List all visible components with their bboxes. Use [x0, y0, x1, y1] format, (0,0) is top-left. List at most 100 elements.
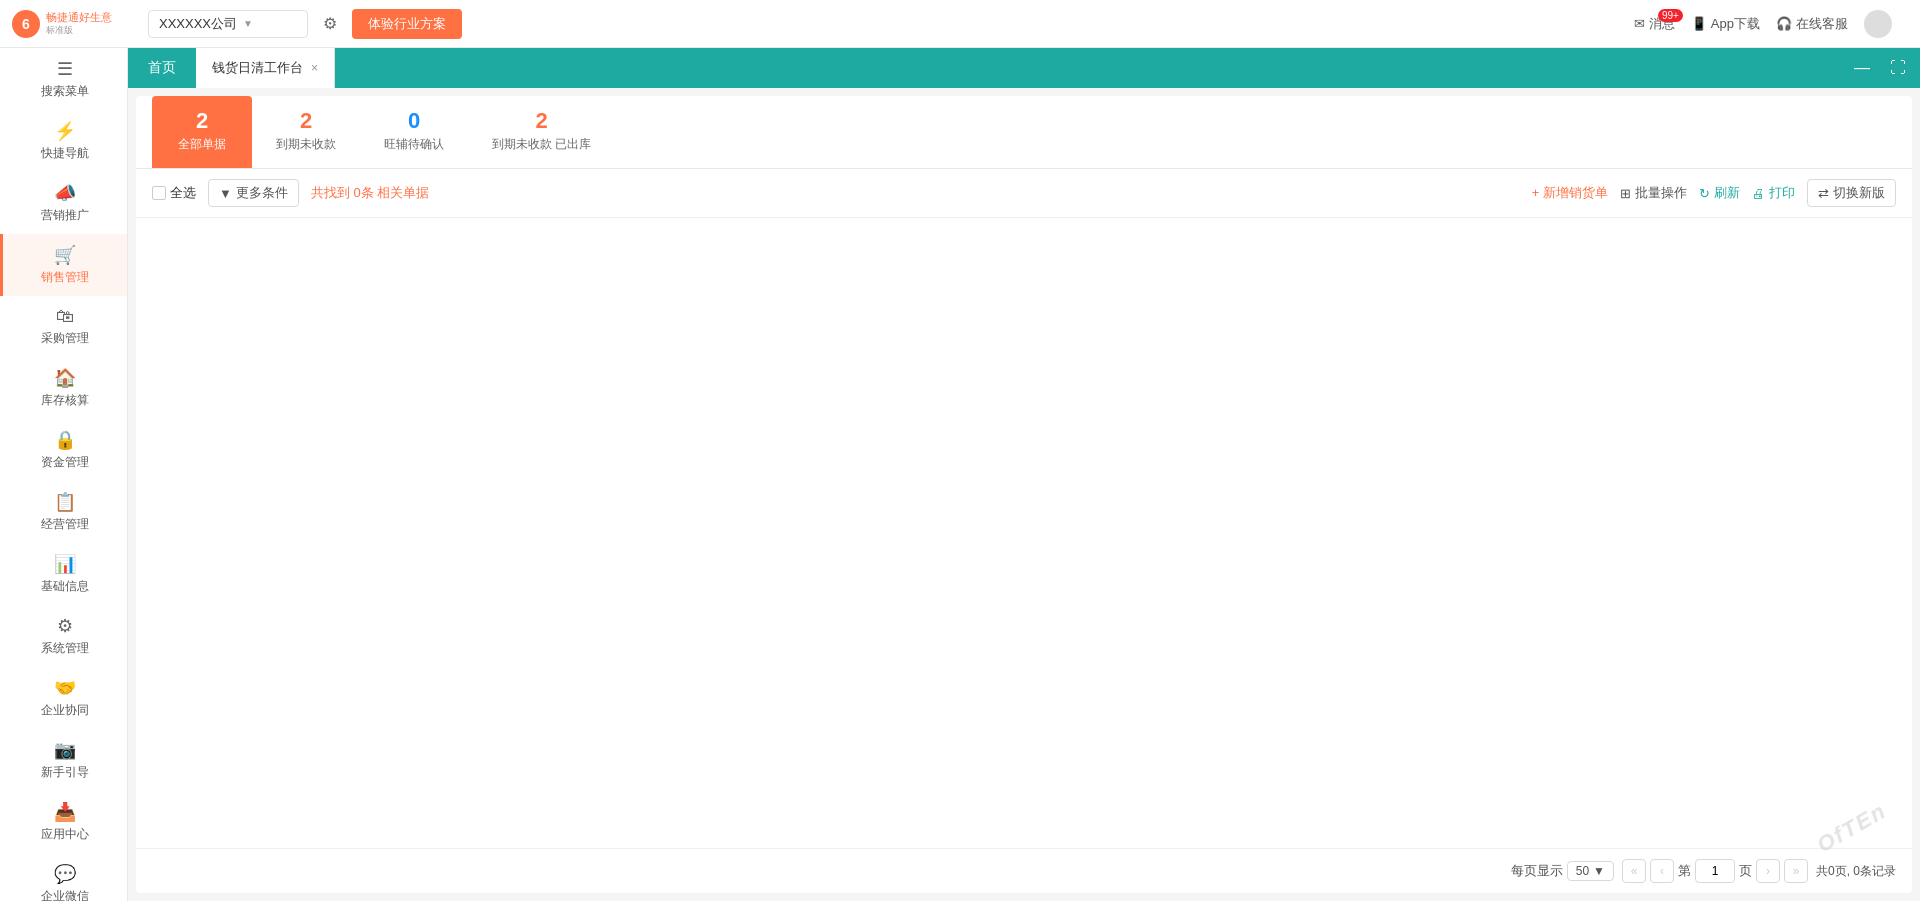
stat-overdue-unpaid-label: 到期未收款	[276, 136, 336, 153]
stat-tab-all[interactable]: 2 全部单据	[152, 96, 252, 168]
select-all-checkbox[interactable]: 全选	[152, 184, 196, 202]
header: 6 畅捷通好生意 标准版 XXXXXX公司 ▼ ⚙ 体验行业方案 ✉ 消息 99…	[0, 0, 1920, 48]
trial-button[interactable]: 体验行业方案	[352, 9, 462, 39]
sidebar-item-sales-mgmt[interactable]: 🛒 销售管理	[0, 234, 127, 296]
company-name: XXXXXX公司	[159, 15, 237, 33]
print-button[interactable]: 🖨 打印	[1752, 184, 1795, 202]
batch-operation-button[interactable]: ⊞ 批量操作	[1620, 184, 1687, 202]
page-navigation: « ‹ 第 页 › »	[1622, 859, 1808, 883]
sidebar-label-app-center: 应用中心	[41, 826, 89, 843]
app-download-icon: 📱	[1691, 16, 1707, 31]
stat-overdue-unpaid-number: 2	[300, 108, 312, 134]
beginner-guide-icon: 📷	[54, 739, 76, 761]
page-label: 第	[1678, 862, 1691, 880]
page-suffix: 页	[1739, 862, 1752, 880]
sidebar-item-quick-nav[interactable]: ⚡ 快捷导航	[0, 110, 127, 172]
sidebar-label-basic-info: 基础信息	[41, 578, 89, 595]
logo-text: 畅捷通好生意 标准版	[46, 10, 112, 37]
page-total: 共0页, 0条记录	[1816, 863, 1896, 880]
switch-version-button[interactable]: ⇄ 切换新版	[1807, 179, 1896, 207]
sidebar-item-search-menu[interactable]: ☰ 搜索菜单	[0, 48, 127, 110]
tab-home[interactable]: 首页	[128, 48, 196, 88]
found-count: 共找到 0条 相关单据	[311, 184, 429, 202]
content-area: 2 全部单据 2 到期未收款 0 旺辅待确认 2 到期未收款 已出库	[128, 88, 1920, 901]
app-download-label: App下载	[1711, 15, 1760, 33]
per-page-label: 每页显示	[1511, 862, 1563, 880]
layout: ☰ 搜索菜单 ⚡ 快捷导航 📣 营销推广 🛒 销售管理 🛍 采购管理 🏠 库存核…	[0, 48, 1920, 901]
sidebar-item-beginner-guide[interactable]: 📷 新手引导	[0, 729, 127, 791]
stat-all-number: 2	[196, 108, 208, 134]
sidebar-item-operations[interactable]: 📋 经营管理	[0, 481, 127, 543]
tab-bar: 首页 钱货日清工作台 × — ⛶	[128, 48, 1920, 88]
page-first-button[interactable]: «	[1622, 859, 1646, 883]
sidebar-label-enterprise-wechat: 企业微信	[41, 888, 89, 901]
tab-close-icon[interactable]: ×	[311, 61, 318, 75]
per-page-select[interactable]: 50 ▼	[1567, 861, 1614, 881]
page-next-button[interactable]: ›	[1756, 859, 1780, 883]
sidebar-label-enterprise-coop: 企业协同	[41, 702, 89, 719]
page-last-button[interactable]: »	[1784, 859, 1808, 883]
sidebar-item-enterprise-wechat[interactable]: 💬 企业微信	[0, 853, 127, 901]
sidebar-item-enterprise-coop[interactable]: 🤝 企业协同	[0, 667, 127, 729]
stat-tab-overdue-unpaid[interactable]: 2 到期未收款	[252, 96, 360, 168]
operations-icon: 📋	[54, 491, 76, 513]
page-size-selector: 每页显示 50 ▼	[1511, 861, 1614, 881]
refresh-label: 刷新	[1714, 184, 1740, 202]
sidebar-label-purchase-mgmt: 采购管理	[41, 330, 89, 347]
tab-minimize-button[interactable]: —	[1848, 54, 1876, 82]
refresh-button[interactable]: ↻ 刷新	[1699, 184, 1740, 202]
sidebar-item-finance[interactable]: 🔒 资金管理	[0, 419, 127, 481]
stat-tab-wangdian-confirm[interactable]: 0 旺辅待确认	[360, 96, 468, 168]
sales-mgmt-icon: 🛒	[54, 244, 76, 266]
online-service-button[interactable]: 🎧 在线客服	[1776, 15, 1848, 33]
sidebar-label-inventory: 库存核算	[41, 392, 89, 409]
logo-icon: 6	[12, 10, 40, 38]
filter-icon: ▼	[219, 186, 232, 201]
batch-icon: ⊞	[1620, 186, 1631, 201]
company-selector[interactable]: XXXXXX公司 ▼	[148, 10, 308, 38]
sidebar-item-basic-info[interactable]: 📊 基础信息	[0, 543, 127, 605]
main-content: 首页 钱货日清工作台 × — ⛶ 2 全部单据 2	[128, 48, 1920, 901]
table-area	[136, 218, 1912, 848]
system-mgmt-icon: ⚙	[57, 615, 73, 637]
message-button[interactable]: ✉ 消息 99+	[1634, 15, 1675, 33]
sidebar-label-operations: 经营管理	[41, 516, 89, 533]
settings-button[interactable]: ⚙	[316, 10, 344, 38]
refresh-icon: ↻	[1699, 186, 1710, 201]
sidebar-item-marketing[interactable]: 📣 营销推广	[0, 172, 127, 234]
header-left: 6 畅捷通好生意 标准版 XXXXXX公司 ▼ ⚙ 体验行业方案	[12, 9, 462, 39]
stat-wangdian-label: 旺辅待确认	[384, 136, 444, 153]
finance-icon: 🔒	[54, 429, 76, 451]
page-number-input[interactable]	[1695, 859, 1735, 883]
quick-nav-icon: ⚡	[54, 120, 76, 142]
sidebar-item-app-center[interactable]: 📥 应用中心	[0, 791, 127, 853]
sidebar-item-purchase-mgmt[interactable]: 🛍 采购管理	[0, 296, 127, 357]
stat-overdue-shipped-number: 2	[536, 108, 548, 134]
chevron-down-icon: ▼	[243, 18, 253, 29]
toolbar: 全选 ▼ 更多条件 共找到 0条 相关单据 + 新增销货单 ⊞ 批量操作	[136, 169, 1912, 218]
message-badge: 99+	[1658, 9, 1683, 22]
inventory-icon: 🏠	[54, 367, 76, 389]
add-sales-order-button[interactable]: + 新增销货单	[1532, 184, 1608, 202]
app-download-button[interactable]: 📱 App下载	[1691, 15, 1760, 33]
avatar[interactable]	[1864, 10, 1892, 38]
batch-label: 批量操作	[1635, 184, 1687, 202]
sidebar-label-marketing: 营销推广	[41, 207, 89, 224]
filter-label: 更多条件	[236, 184, 288, 202]
tab-current-label: 钱货日清工作台	[212, 59, 303, 77]
sidebar: ☰ 搜索菜单 ⚡ 快捷导航 📣 营销推广 🛒 销售管理 🛍 采购管理 🏠 库存核…	[0, 48, 128, 901]
sidebar-item-system-mgmt[interactable]: ⚙ 系统管理	[0, 605, 127, 667]
search-menu-icon: ☰	[57, 58, 73, 80]
print-label: 打印	[1769, 184, 1795, 202]
sidebar-item-inventory[interactable]: 🏠 库存核算	[0, 357, 127, 419]
toolbar-right: + 新增销货单 ⊞ 批量操作 ↻ 刷新 🖨 打印	[1532, 179, 1896, 207]
marketing-icon: 📣	[54, 182, 76, 204]
sidebar-label-finance: 资金管理	[41, 454, 89, 471]
page-prev-button[interactable]: ‹	[1650, 859, 1674, 883]
tab-maximize-button[interactable]: ⛶	[1884, 54, 1912, 82]
print-icon: 🖨	[1752, 186, 1765, 201]
switch-label: 切换新版	[1833, 184, 1885, 202]
tab-current[interactable]: 钱货日清工作台 ×	[196, 48, 335, 88]
filter-button[interactable]: ▼ 更多条件	[208, 179, 299, 207]
stat-tab-overdue-shipped[interactable]: 2 到期未收款 已出库	[468, 96, 615, 168]
